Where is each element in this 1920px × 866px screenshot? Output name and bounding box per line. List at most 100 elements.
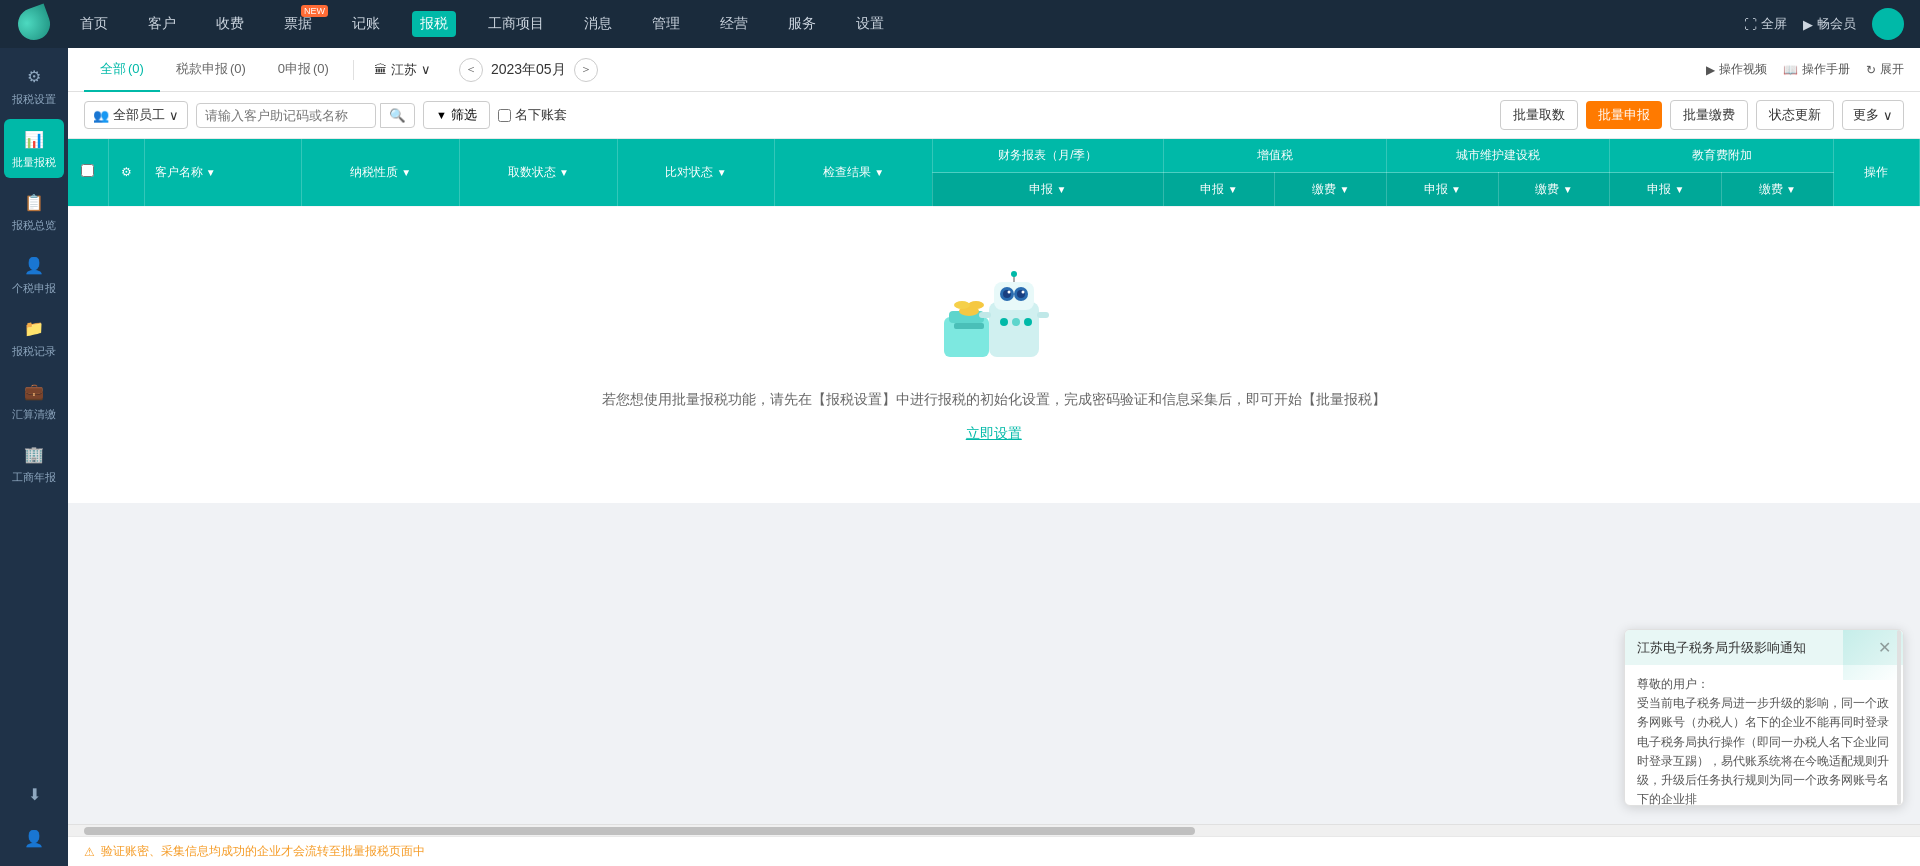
- nav-customer[interactable]: 客户: [140, 11, 184, 37]
- scrollbar-thumb[interactable]: [84, 827, 1195, 835]
- nav-accounting[interactable]: 记账: [344, 11, 388, 37]
- svg-point-4: [968, 301, 984, 309]
- sidebar-item-batch-tax[interactable]: 📊 批量报税: [4, 119, 64, 178]
- sidebar-item-download[interactable]: ⬇: [4, 774, 64, 814]
- search-input[interactable]: [196, 103, 376, 128]
- nav-invoice[interactable]: 票据 NEW: [276, 11, 320, 37]
- taxtype-filter-icon[interactable]: ▼: [401, 167, 411, 178]
- settlement-icon: 💼: [22, 379, 46, 403]
- city-pay-filter-icon[interactable]: ▼: [1563, 184, 1573, 195]
- tab-zero-declare[interactable]: 0申报 (0): [262, 48, 345, 92]
- tab-region[interactable]: 🏛 江苏 ∨: [362, 48, 443, 92]
- setup-link[interactable]: 立即设置: [966, 425, 1022, 443]
- col-edu-tax: 教育费附加: [1610, 139, 1833, 173]
- member-icon: ▶: [1803, 17, 1813, 32]
- sidebar-item-annual-report[interactable]: 🏢 工商年报: [4, 434, 64, 493]
- bottom-bar: ⚠ 验证账密、采集信息均成功的企业才会流转至批量报税页面中: [68, 836, 1920, 866]
- vat-pay-filter-icon[interactable]: ▼: [1339, 184, 1349, 195]
- empty-state: 若您想使用批量报税功能，请先在【报税设置】中进行报税的初始化设置，完成密码验证和…: [68, 207, 1920, 503]
- more-button[interactable]: 更多 ∨: [1842, 100, 1904, 130]
- horizontal-scrollbar[interactable]: [68, 824, 1920, 836]
- batch-pay-button[interactable]: 批量缴费: [1670, 100, 1748, 130]
- bottom-bar-message: 验证账密、采集信息均成功的企业才会流转至批量报税页面中: [101, 843, 425, 860]
- svg-rect-2: [954, 323, 984, 329]
- edu-declare-filter-icon[interactable]: ▼: [1674, 184, 1684, 195]
- svg-rect-6: [989, 302, 1039, 357]
- member-button[interactable]: ▶ 畅会员: [1803, 15, 1856, 33]
- sidebar-item-tax-records[interactable]: 📁 报税记录: [4, 308, 64, 367]
- batch-fetch-button[interactable]: 批量取数: [1500, 100, 1578, 130]
- tab-bar-middle: ＜ 2023年05月 ＞: [459, 58, 598, 82]
- notif-body: 尊敬的用户： 受当前电子税务局进一步升级的影响，同一个政务网账号（办税人）名下的…: [1625, 665, 1903, 805]
- operation-video-button[interactable]: ▶ 操作视频: [1706, 61, 1767, 78]
- select-all-checkbox[interactable]: [81, 164, 94, 177]
- prev-date-button[interactable]: ＜: [459, 58, 483, 82]
- sidebar-item-personal-tax[interactable]: 👤 个税申报: [4, 245, 64, 304]
- logo[interactable]: [16, 6, 52, 42]
- tab-tax-declare[interactable]: 税款申报 (0): [160, 48, 262, 92]
- personal-tax-icon: 👤: [22, 253, 46, 277]
- svg-point-17: [1012, 318, 1020, 326]
- svg-point-13: [1021, 290, 1024, 293]
- fullscreen-button[interactable]: ⛶ 全屏: [1744, 15, 1787, 33]
- fetchstatus-filter-icon[interactable]: ▼: [559, 167, 569, 178]
- comparestatus-filter-icon[interactable]: ▼: [717, 167, 727, 178]
- notif-decoration: [1843, 630, 1903, 680]
- fin-declare-filter-icon[interactable]: ▼: [1057, 184, 1067, 195]
- tab-bar-right: ▶ 操作视频 📖 操作手册 ↻ 展开: [1706, 61, 1904, 78]
- tax-records-icon: 📁: [22, 316, 46, 340]
- notif-scrollbar[interactable]: [1897, 630, 1901, 805]
- svg-rect-7: [994, 282, 1034, 310]
- tab-bar-left: 全部 (0) 税款申报 (0) 0申报 (0): [84, 48, 345, 92]
- nav-home[interactable]: 首页: [72, 11, 116, 37]
- account-checkbox[interactable]: [498, 109, 511, 122]
- nav-tax[interactable]: 报税: [412, 11, 456, 37]
- operation-manual-button[interactable]: 📖 操作手册: [1783, 61, 1850, 78]
- tab-all[interactable]: 全部 (0): [84, 48, 160, 92]
- col-city-declare: 申报 ▼: [1387, 173, 1499, 207]
- filter-button[interactable]: ▼ 筛选: [423, 101, 490, 129]
- col-customer: 客户名称 ▼: [144, 139, 302, 206]
- next-date-button[interactable]: ＞: [574, 58, 598, 82]
- edu-pay-filter-icon[interactable]: ▼: [1786, 184, 1796, 195]
- checkbox-label[interactable]: 名下账套: [498, 106, 567, 124]
- top-nav: 首页 客户 收费 票据 NEW 记账 报税 工商项目 消息 管理 经营 服务 设…: [0, 0, 1920, 48]
- notif-title: 江苏电子税务局升级影响通知: [1637, 639, 1806, 657]
- settings-icon[interactable]: ⚙: [121, 165, 132, 179]
- new-badge: NEW: [301, 5, 328, 17]
- batch-declare-button[interactable]: 批量申报: [1586, 101, 1662, 129]
- download-icon: ⬇: [22, 782, 46, 806]
- nav-operation[interactable]: 经营: [712, 11, 756, 37]
- avatar[interactable]: [1872, 8, 1904, 40]
- col-edu-declare: 申报 ▼: [1610, 173, 1722, 207]
- status-update-button[interactable]: 状态更新: [1756, 100, 1834, 130]
- sidebar-item-tax-settings[interactable]: ⚙ 报税设置: [4, 56, 64, 115]
- search-button[interactable]: 🔍: [380, 103, 415, 128]
- nav-settings[interactable]: 设置: [848, 11, 892, 37]
- svg-point-12: [1007, 290, 1010, 293]
- nav-fee[interactable]: 收费: [208, 11, 252, 37]
- nav-message[interactable]: 消息: [576, 11, 620, 37]
- robot-svg: [934, 267, 1054, 367]
- svg-point-5: [954, 301, 970, 309]
- robot-illustration: [934, 267, 1054, 367]
- employee-select[interactable]: 👥 全部员工 ∨: [84, 101, 188, 129]
- sidebar-item-tax-overview[interactable]: 📋 报税总览: [4, 182, 64, 241]
- sidebar-item-settlement[interactable]: 💼 汇算清缴: [4, 371, 64, 430]
- customer-filter-icon[interactable]: ▼: [206, 167, 216, 178]
- top-nav-right: ⛶ 全屏 ▶ 畅会员: [1744, 8, 1904, 40]
- vat-declare-filter-icon[interactable]: ▼: [1228, 184, 1238, 195]
- nav-service[interactable]: 服务: [780, 11, 824, 37]
- city-declare-filter-icon[interactable]: ▼: [1451, 184, 1461, 195]
- col-financial-declare: 申报 ▼: [932, 173, 1163, 207]
- warning-icon: ⚠: [84, 845, 95, 859]
- nav-commerce[interactable]: 工商项目: [480, 11, 552, 37]
- sidebar-item-user[interactable]: 👤: [4, 818, 64, 858]
- sidebar: ⚙ 报税设置 📊 批量报税 📋 报税总览 👤 个税申报 📁 报税记录 💼 汇算清…: [0, 48, 68, 866]
- user-icon: 👤: [22, 826, 46, 850]
- expand-button[interactable]: ↻ 展开: [1866, 61, 1904, 78]
- nav-manage[interactable]: 管理: [644, 11, 688, 37]
- region-icon: 🏛: [374, 62, 387, 77]
- video-icon: ▶: [1706, 63, 1715, 77]
- checkresult-filter-icon[interactable]: ▼: [874, 167, 884, 178]
